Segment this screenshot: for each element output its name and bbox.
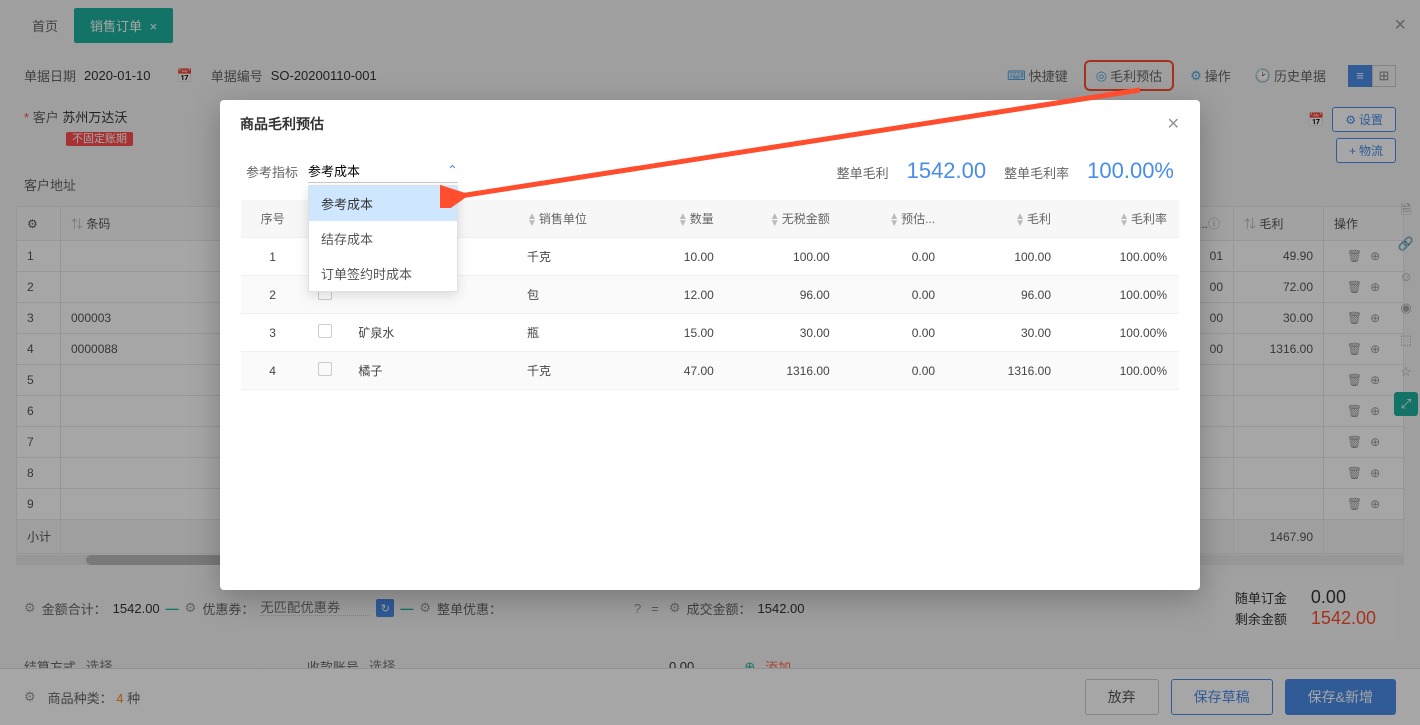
modal-stats: 整单毛利 1542.00 整单毛利率 100.00% <box>837 158 1174 184</box>
total-rate-label: 整单毛利率 <box>1004 163 1069 182</box>
dropdown-option-balance-cost[interactable]: 结存成本 <box>309 221 457 256</box>
col-qty[interactable]: ▲▼数量 <box>620 200 725 238</box>
dropdown-option-ref-cost[interactable]: 参考成本 <box>309 186 457 221</box>
chevron-up-icon[interactable]: ⌄ <box>447 161 458 177</box>
total-profit-label: 整单毛利 <box>837 163 889 182</box>
col-profit[interactable]: ▲▼毛利 <box>947 200 1063 238</box>
ref-select[interactable]: ⌄ 参考成本 结存成本 订单签约时成本 <box>308 159 458 183</box>
ref-input[interactable] <box>308 159 458 183</box>
checkbox[interactable] <box>318 362 332 376</box>
modal-close-icon[interactable]: ✕ <box>1167 114 1180 134</box>
profit-modal: 商品毛利预估 ✕ 参考指标 ⌄ 参考成本 结存成本 订单签约时成本 整单毛利 1… <box>220 100 1200 590</box>
total-rate-value: 100.00% <box>1087 158 1174 184</box>
ref-dropdown: 参考成本 结存成本 订单签约时成本 <box>308 185 458 292</box>
table-row[interactable]: 4橘子千克47.001316.000.001316.00100.00% <box>241 352 1179 390</box>
col-rate[interactable]: ▲▼毛利率 <box>1063 200 1179 238</box>
col-est[interactable]: ▲▼预估... <box>842 200 947 238</box>
total-profit-value: 1542.00 <box>907 158 987 184</box>
table-row[interactable]: 3矿泉水瓶15.0030.000.0030.00100.00% <box>241 314 1179 352</box>
checkbox[interactable] <box>318 324 332 338</box>
modal-header: 商品毛利预估 ✕ <box>220 100 1200 148</box>
ref-label: 参考指标 <box>246 162 298 181</box>
dropdown-option-sign-cost[interactable]: 订单签约时成本 <box>309 256 457 291</box>
col-seq[interactable]: 序号 <box>241 200 304 238</box>
modal-title: 商品毛利预估 <box>240 114 324 134</box>
modal-overlay: 商品毛利预估 ✕ 参考指标 ⌄ 参考成本 结存成本 订单签约时成本 整单毛利 1… <box>0 0 1420 725</box>
col-amount[interactable]: ▲▼无税金额 <box>726 200 842 238</box>
modal-subheader: 参考指标 ⌄ 参考成本 结存成本 订单签约时成本 整单毛利 1542.00 整单… <box>220 148 1200 200</box>
col-unit[interactable]: ▲▼销售单位 <box>515 200 620 238</box>
